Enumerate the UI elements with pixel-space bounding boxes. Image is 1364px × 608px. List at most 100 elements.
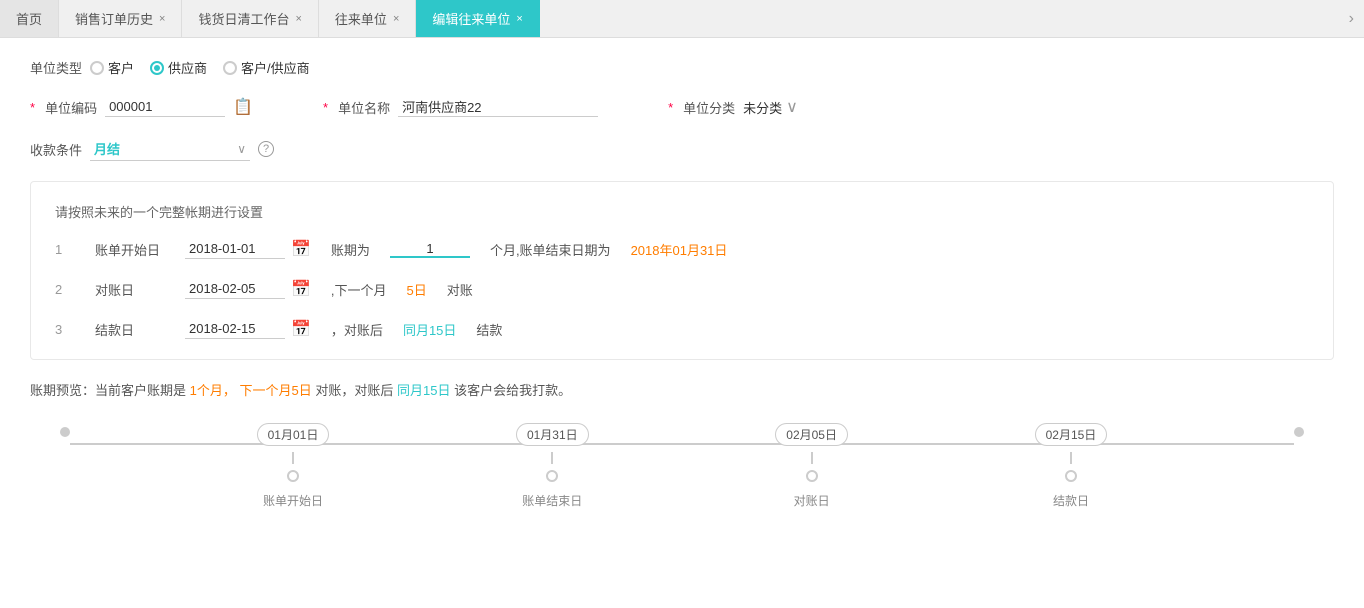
- period-card: 请按照未来的一个完整帐期进行设置 1 账单开始日 📅 账期为 个月,账单结束日期…: [30, 181, 1334, 360]
- timeline-point-3: 02月05日 对账日: [775, 423, 848, 509]
- tab-home[interactable]: 首页: [0, 0, 59, 37]
- preview-reconcile: 下一个月5日: [240, 383, 312, 398]
- tab-cash-work-close[interactable]: ×: [295, 13, 301, 25]
- step-2-desc-prefix: ,下一个月: [331, 280, 387, 299]
- unit-classify-chevron: ∨: [786, 97, 798, 117]
- timeline-points: 01月01日 账单开始日 01月31日 账单结束日 02月05日: [60, 423, 1304, 509]
- tab-bar-arrow[interactable]: ›: [1339, 10, 1364, 28]
- timeline-label-4: 结款日: [1053, 492, 1089, 509]
- unit-name-label: 单位名称: [338, 98, 390, 117]
- step-2: 2: [55, 282, 75, 297]
- step-3-day-highlight: 同月15日: [403, 320, 456, 339]
- tab-cash-work[interactable]: 钱货日清工作台 ×: [182, 0, 318, 37]
- step-1-month-input[interactable]: [390, 241, 470, 258]
- payment-condition-select[interactable]: 月结 ∨: [90, 137, 250, 161]
- timeline-label-2: 账单结束日: [522, 492, 582, 509]
- timeline-badge-1: 01月01日: [257, 423, 330, 446]
- period-row-3: 3 结款日 📅 ，对账后 同月15日 结款: [55, 319, 1309, 339]
- preview-text: 账期预览：当前客户账期是 1个月， 下一个月5日 对账，对账后 同月15日 该客…: [30, 380, 1334, 399]
- step-1-label: 账单开始日: [95, 240, 165, 259]
- timeline-left-endpoint: [60, 427, 70, 437]
- preview-prefix: 账期预览：当前客户账期是: [30, 383, 186, 398]
- payment-condition-value: 月结: [94, 139, 120, 158]
- tab-partner-label: 往来单位: [335, 9, 387, 28]
- timeline-right-dot: [1294, 427, 1304, 437]
- payment-condition-label: 收款条件: [30, 140, 82, 159]
- unit-classify-select[interactable]: 未分类 ∨: [743, 97, 893, 117]
- step-1-date-wrap: 📅: [185, 239, 311, 259]
- step-3-calendar-icon[interactable]: 📅: [291, 319, 311, 339]
- step-3: 3: [55, 322, 75, 337]
- timeline-dot-3: [806, 470, 818, 482]
- timeline-container: 01月01日 账单开始日 01月31日 账单结束日 02月05日: [30, 423, 1334, 509]
- step-2-day-highlight: 5日: [407, 280, 427, 299]
- timeline-badge-3: 02月05日: [775, 423, 848, 446]
- step-2-date-input[interactable]: [185, 279, 285, 299]
- step-1: 1: [55, 242, 75, 257]
- timeline-point-2: 01月31日 账单结束日: [516, 423, 589, 509]
- step-2-desc-suffix: 对账: [447, 280, 473, 299]
- period-row-1: 1 账单开始日 📅 账期为 个月,账单结束日期为 2018年01月31日: [55, 239, 1309, 259]
- timeline-tick-3: [811, 452, 813, 464]
- step-3-label: 结款日: [95, 320, 165, 339]
- tab-sales-history[interactable]: 销售订单历史 ×: [59, 0, 182, 37]
- tab-sales-history-close[interactable]: ×: [159, 13, 165, 25]
- tab-edit-partner-label: 编辑往来单位: [432, 9, 510, 28]
- step-3-date-input[interactable]: [185, 319, 285, 339]
- radio-customer-circle: [90, 61, 104, 75]
- tab-edit-partner[interactable]: 编辑往来单位 ×: [416, 0, 539, 37]
- timeline-tick-1: [292, 452, 294, 464]
- period-card-title: 请按照未来的一个完整帐期进行设置: [55, 202, 1309, 221]
- tab-partner[interactable]: 往来单位 ×: [319, 0, 416, 37]
- timeline-label-1: 账单开始日: [263, 492, 323, 509]
- payment-condition-help[interactable]: ?: [258, 141, 274, 157]
- main-content: 单位类型 客户 供应商 客户/供应商 * 单位编码: [0, 38, 1364, 608]
- radio-supplier[interactable]: 供应商: [150, 58, 207, 77]
- unit-code-lookup-icon[interactable]: 📋: [233, 97, 253, 117]
- unit-type-radio-group: 客户 供应商 客户/供应商: [90, 58, 310, 77]
- timeline-tick-2: [551, 452, 553, 464]
- tab-home-label: 首页: [16, 9, 42, 28]
- timeline-dot-2: [546, 470, 558, 482]
- timeline-right-endpoint: [1294, 427, 1304, 437]
- unit-name-input[interactable]: [398, 97, 598, 117]
- step-1-end-date: 2018年01月31日: [631, 240, 728, 259]
- unit-type-field: 单位类型 客户 供应商 客户/供应商: [30, 58, 310, 77]
- step-1-calendar-icon[interactable]: 📅: [291, 239, 311, 259]
- step-2-label: 对账日: [95, 280, 165, 299]
- timeline-badge-4: 02月15日: [1035, 423, 1108, 446]
- step-3-desc-suffix: 结款: [476, 320, 502, 339]
- unit-name-required: *: [323, 100, 328, 115]
- step-3-desc-prefix: ，对账后: [331, 320, 383, 339]
- step-1-date-input[interactable]: [185, 239, 285, 259]
- unit-code-input[interactable]: [105, 97, 225, 117]
- timeline-label-3: 对账日: [794, 492, 830, 509]
- unit-type-label: 单位类型: [30, 58, 82, 77]
- unit-type-row: 单位类型 客户 供应商 客户/供应商: [30, 58, 1334, 77]
- step-3-date-wrap: 📅: [185, 319, 311, 339]
- radio-customer[interactable]: 客户: [90, 58, 134, 77]
- step-1-desc-prefix: 账期为: [331, 240, 370, 259]
- tab-edit-partner-close[interactable]: ×: [516, 13, 522, 25]
- unit-classify-required: *: [668, 100, 673, 115]
- timeline-dot-1: [287, 470, 299, 482]
- unit-info-row: * 单位编码 📋 * 单位名称 * 单位分类 未分类 ∨: [30, 97, 1334, 117]
- unit-code-field: * 单位编码 📋: [30, 97, 253, 117]
- unit-classify-label: 单位分类: [683, 98, 735, 117]
- radio-both-label: 客户/供应商: [241, 58, 310, 77]
- preview-payment: 同月15日: [397, 383, 450, 398]
- unit-code-required: *: [30, 100, 35, 115]
- period-row-2: 2 对账日 📅 ,下一个月 5日 对账: [55, 279, 1309, 299]
- timeline-point-1: 01月01日 账单开始日: [257, 423, 330, 509]
- radio-supplier-label: 供应商: [168, 58, 207, 77]
- radio-both[interactable]: 客户/供应商: [223, 58, 310, 77]
- timeline-dot-4: [1065, 470, 1077, 482]
- radio-both-circle: [223, 61, 237, 75]
- preview-middle: 对账，对账后: [315, 383, 393, 398]
- step-2-calendar-icon[interactable]: 📅: [291, 279, 311, 299]
- step-1-desc-suffix: 个月,账单结束日期为: [490, 240, 611, 259]
- unit-name-field: * 单位名称: [323, 97, 598, 117]
- unit-code-label: 单位编码: [45, 98, 97, 117]
- tab-partner-close[interactable]: ×: [393, 13, 399, 25]
- tab-sales-history-label: 销售订单历史: [75, 9, 153, 28]
